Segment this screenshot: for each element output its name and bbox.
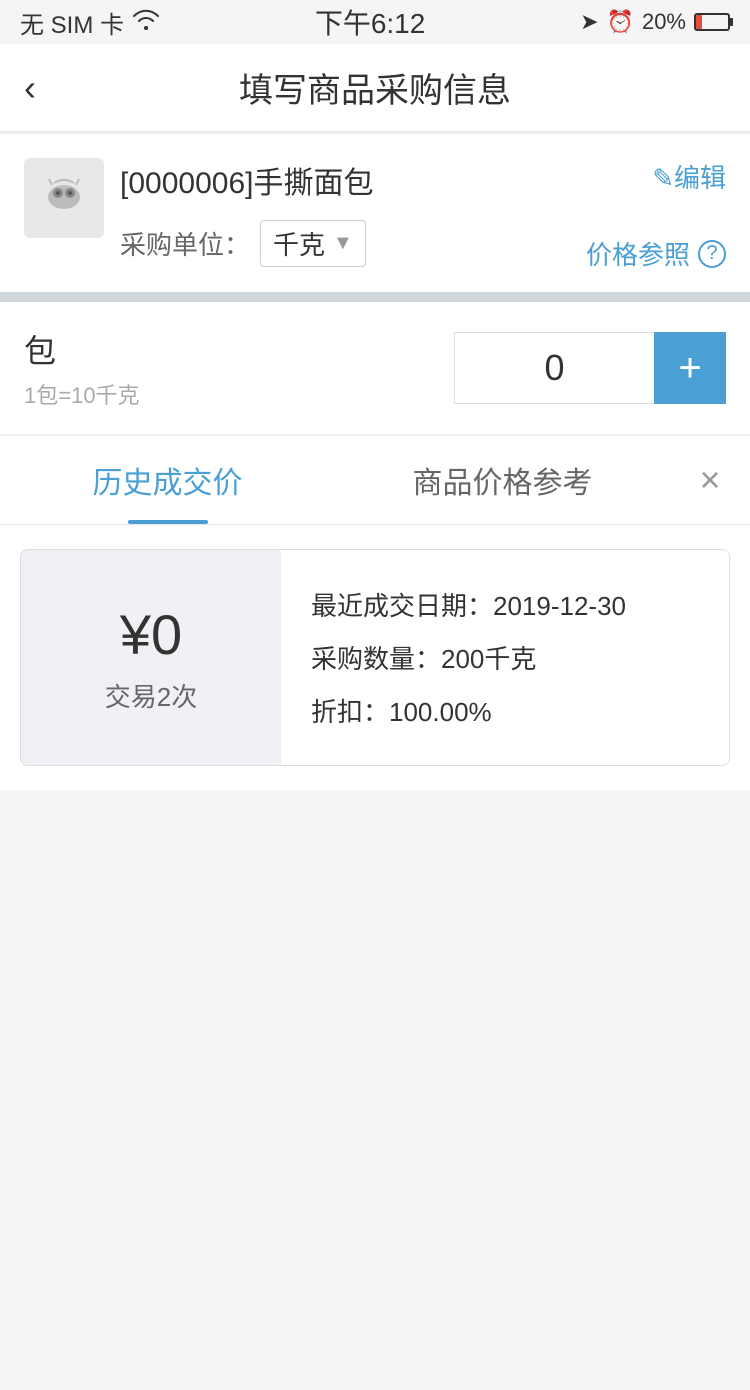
wifi-icon (132, 8, 160, 37)
tabs-section: 历史成交价 商品价格参考 × ¥0 交易2次 最近成交日期：2019-12-30… (0, 436, 750, 790)
price-card: ¥0 交易2次 最近成交日期：2019-12-30 采购数量：200千克 折扣：… (20, 549, 730, 766)
product-unit-row: 采购单位： 千克 ▼ (120, 220, 373, 267)
price-value: 0 (151, 603, 182, 666)
price-amount: ¥0 (120, 602, 182, 667)
section-divider (0, 292, 750, 302)
unit-label: 采购单位： (120, 225, 250, 262)
product-left: [0000006]手撕面包 采购单位： 千克 ▼ (24, 158, 373, 267)
status-time: 下午6:12 (315, 2, 426, 42)
price-ref-row: 价格参照 ? (586, 235, 726, 272)
date-value: 2019-12-30 (493, 591, 626, 621)
price-count: 交易2次 (105, 677, 197, 714)
page-title: 填写商品采购信息 (239, 63, 511, 112)
currency-symbol: ¥ (120, 603, 151, 666)
status-left: 无 SIM 卡 (20, 5, 160, 40)
quantity-label: 采购数量： (311, 644, 441, 674)
lower-background (0, 790, 750, 1390)
status-right: ➤ ⏰ 20% (580, 9, 730, 35)
price-card-left: ¥0 交易2次 (21, 550, 281, 765)
alarm-icon: ⏰ (607, 9, 634, 35)
status-bar: 无 SIM 卡 下午6:12 ➤ ⏰ 20% (0, 0, 750, 44)
nav-bar: ‹ 填写商品采购信息 (0, 44, 750, 132)
quantity-unit: 包 (24, 326, 140, 372)
tabs-header: 历史成交价 商品价格参考 × (0, 436, 750, 525)
product-thumbnail (24, 158, 104, 238)
unit-select[interactable]: 千克 ▼ (260, 220, 366, 267)
close-tab-button[interactable]: × (670, 436, 750, 524)
quantity-label-group: 包 1包=10千克 (24, 326, 140, 410)
product-right: ✎编辑 价格参照 ? (586, 158, 726, 272)
discount-label: 折扣： (311, 697, 389, 727)
quantity-sub-label: 1包=10千克 (24, 378, 140, 410)
help-icon[interactable]: ? (698, 240, 726, 268)
edit-button[interactable]: ✎编辑 (652, 158, 726, 195)
back-button[interactable]: ‹ (24, 67, 36, 109)
unit-arrow-icon: ▼ (333, 232, 353, 255)
tab-product-price-ref[interactable]: 商品价格参考 (335, 436, 670, 524)
quantity-value: 200千克 (441, 644, 536, 674)
unit-value: 千克 (273, 225, 325, 262)
product-section: [0000006]手撕面包 采购单位： 千克 ▼ ✎编辑 价格参照 ? (0, 134, 750, 292)
price-detail-quantity: 采购数量：200千克 (311, 639, 699, 676)
product-name: [0000006]手撕面包 (120, 158, 373, 202)
price-card-right: 最近成交日期：2019-12-30 采购数量：200千克 折扣：100.00% (281, 550, 729, 765)
product-header: [0000006]手撕面包 采购单位： 千克 ▼ ✎编辑 价格参照 ? (24, 158, 726, 272)
discount-value: 100.00% (389, 697, 492, 727)
quantity-input[interactable] (454, 332, 654, 404)
date-label: 最近成交日期： (311, 591, 493, 621)
location-icon: ➤ (580, 9, 598, 35)
battery-icon (694, 9, 730, 35)
sim-indicator: 无 SIM 卡 (20, 5, 124, 40)
price-detail-date: 最近成交日期：2019-12-30 (311, 586, 699, 623)
battery-percent: 20% (642, 9, 686, 35)
tab-history-price[interactable]: 历史成交价 (0, 436, 335, 524)
product-image-icon (39, 169, 89, 228)
product-info: [0000006]手撕面包 采购单位： 千克 ▼ (120, 158, 373, 267)
price-ref-link[interactable]: 价格参照 (586, 235, 690, 272)
quantity-section: 包 1包=10千克 + (0, 302, 750, 434)
quantity-input-group: + (454, 332, 726, 404)
quantity-plus-button[interactable]: + (654, 332, 726, 404)
price-card-area: ¥0 交易2次 最近成交日期：2019-12-30 采购数量：200千克 折扣：… (0, 525, 750, 790)
price-detail-discount: 折扣：100.00% (311, 692, 699, 729)
